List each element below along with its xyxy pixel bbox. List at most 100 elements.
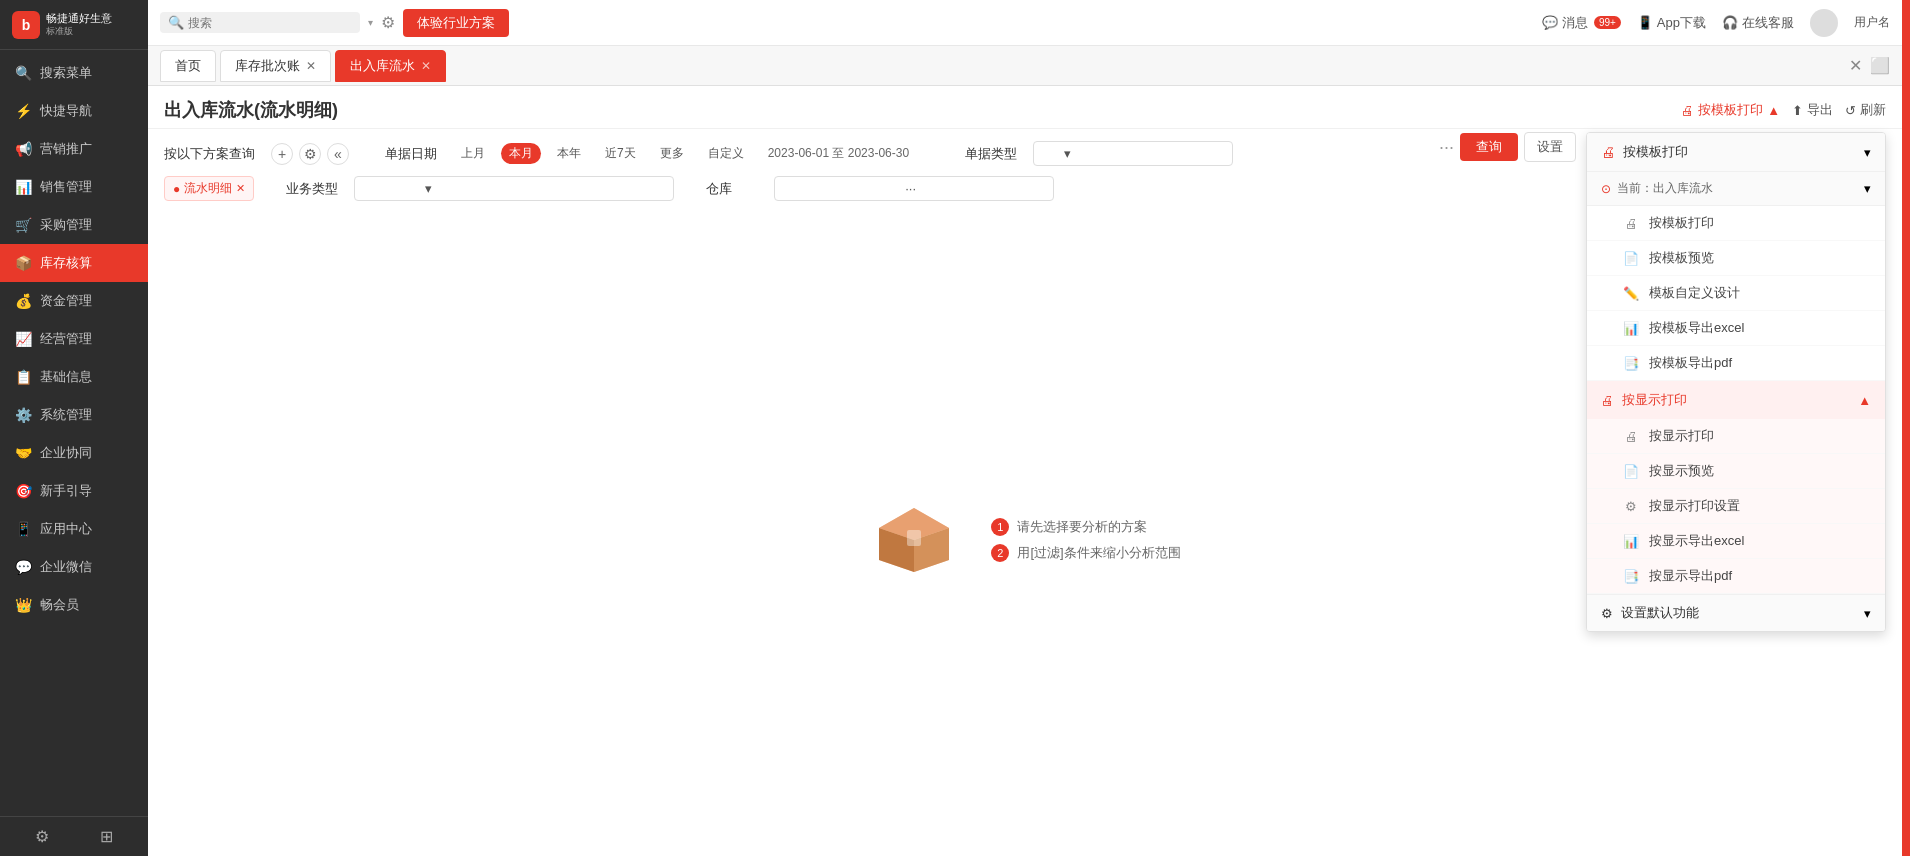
settings-btn[interactable]: 设置 bbox=[1524, 132, 1576, 162]
printer-icon: 🖨 bbox=[1681, 103, 1694, 118]
step-2-text: 用[过滤]条件来缩小分析范围 bbox=[1017, 544, 1180, 562]
tab-home[interactable]: 首页 bbox=[160, 50, 216, 82]
template-custom-item-icon: ✏️ bbox=[1623, 286, 1639, 301]
content-area: 出入库流水(流水明细) 🖨 按模板打印 ▲ ⬆ 导出 ↺ 刷新 bbox=[148, 86, 1902, 856]
export-btn[interactable]: ⬆ 导出 bbox=[1792, 101, 1833, 119]
sidebar-item-quick-nav[interactable]: ⚡快捷导航 bbox=[0, 92, 148, 130]
topbar: 🔍 ▾ ⚙ 体验行业方案 💬 消息 99+ 📱 App下载 🎧 在线客服 用户名 bbox=[148, 0, 1902, 46]
warehouse-select[interactable]: ··· bbox=[774, 176, 1054, 201]
template-print-section-icon: 🖨 bbox=[1601, 144, 1615, 160]
display-section-chevron-icon: ▲ bbox=[1858, 393, 1871, 408]
trial-btn[interactable]: 体验行业方案 bbox=[403, 9, 509, 37]
nav-icon-finance: 💰 bbox=[14, 293, 32, 309]
display-print-section-header[interactable]: 🖨 按显示打印 ▲ bbox=[1587, 381, 1885, 419]
template-export-excel-item-label: 按模板导出excel bbox=[1649, 319, 1744, 337]
filter-collapse-left-btn[interactable]: « bbox=[327, 143, 349, 165]
dropdown-item-template-export-excel[interactable]: 📊 按模板导出excel bbox=[1587, 311, 1885, 346]
dropdown-item-template-print[interactable]: 🖨 按模板打印 bbox=[1587, 206, 1885, 241]
sidebar-footer: ⚙ ⊞ bbox=[0, 816, 148, 856]
sidebar-item-system[interactable]: ⚙️系统管理 bbox=[0, 396, 148, 434]
search-chevron-icon[interactable]: ▾ bbox=[368, 17, 373, 28]
date-tab-custom[interactable]: 自定义 bbox=[700, 143, 752, 164]
headset-icon: 🎧 bbox=[1722, 15, 1738, 30]
date-tab-last-month[interactable]: 上月 bbox=[453, 143, 493, 164]
settings-footer-icon[interactable]: ⚙ bbox=[35, 827, 49, 846]
sidebar-item-inventory[interactable]: 📦库存核算 bbox=[0, 244, 148, 282]
customer-service-btn[interactable]: 🎧 在线客服 bbox=[1722, 14, 1794, 32]
template-print-section-header[interactable]: 🖨 按模板打印 ▾ bbox=[1587, 133, 1885, 172]
toggle-footer-icon[interactable]: ⊞ bbox=[100, 827, 113, 846]
tab-inout-flow[interactable]: 出入库流水 ✕ bbox=[335, 50, 446, 82]
template-print-btn[interactable]: 🖨 按模板打印 ▲ bbox=[1681, 101, 1780, 119]
refresh-icon: ↺ bbox=[1845, 103, 1856, 118]
biz-type-select[interactable]: ▾ bbox=[354, 176, 674, 201]
refresh-btn[interactable]: ↺ 刷新 bbox=[1845, 101, 1886, 119]
topbar-search-box[interactable]: 🔍 bbox=[160, 12, 360, 33]
current-radio-icon: ⊙ bbox=[1601, 182, 1611, 196]
tab-inventory-batch[interactable]: 库存批次账 ✕ bbox=[220, 50, 331, 82]
right-edge-bar[interactable] bbox=[1902, 0, 1910, 856]
tab-inout-flow-close-icon[interactable]: ✕ bbox=[421, 59, 431, 73]
sidebar-item-newbie[interactable]: 🎯新手引导 bbox=[0, 472, 148, 510]
tag-close-icon[interactable]: ✕ bbox=[236, 182, 245, 195]
app-download-btn[interactable]: 📱 App下载 bbox=[1637, 14, 1706, 32]
sidebar-item-sales[interactable]: 📊销售管理 bbox=[0, 168, 148, 206]
search-input[interactable] bbox=[188, 16, 328, 30]
empty-illustration bbox=[869, 500, 959, 580]
sidebar-item-member[interactable]: 👑畅会员 bbox=[0, 586, 148, 624]
dropdown-footer-set-default[interactable]: ⚙ 设置默认功能 ▾ bbox=[1587, 594, 1885, 631]
sidebar-item-operations[interactable]: 📈 经营管理 bbox=[0, 320, 148, 358]
window-close-icon[interactable]: ✕ bbox=[1849, 56, 1862, 75]
sidebar-item-wechat[interactable]: 💬企业微信 bbox=[0, 548, 148, 586]
dropdown-item-display-print[interactable]: 🖨 按显示打印 bbox=[1587, 419, 1885, 454]
step-2-num: 2 bbox=[991, 544, 1009, 562]
sidebar-item-search-menu[interactable]: 🔍搜索菜单 bbox=[0, 54, 148, 92]
sidebar-item-enterprise[interactable]: 🤝企业协同 bbox=[0, 434, 148, 472]
filter-add-btn[interactable]: + bbox=[271, 143, 293, 165]
topbar-gear-icon[interactable]: ⚙ bbox=[381, 13, 395, 32]
template-section-chevron-icon: ▾ bbox=[1864, 145, 1871, 160]
dropdown-item-display-export-pdf[interactable]: 📑 按显示导出pdf bbox=[1587, 559, 1885, 594]
dropdown-item-display-export-excel[interactable]: 📊 按显示导出excel bbox=[1587, 524, 1885, 559]
nav-label-operations: 经营管理 bbox=[40, 330, 92, 348]
display-print-section-text: 按显示打印 bbox=[1622, 391, 1687, 409]
message-icon: 💬 bbox=[1542, 15, 1558, 30]
nav-icon-operations: 📈 bbox=[14, 331, 32, 347]
sidebar-item-basic-info[interactable]: 📋基础信息 bbox=[0, 358, 148, 396]
customer-service-label: 在线客服 bbox=[1742, 14, 1794, 32]
sidebar-item-marketing[interactable]: 📢营销推广 bbox=[0, 130, 148, 168]
app-download-label: App下载 bbox=[1657, 14, 1706, 32]
date-label: 单据日期 bbox=[385, 145, 445, 163]
tab-inventory-batch-close-icon[interactable]: ✕ bbox=[306, 59, 316, 73]
sidebar-item-app-center[interactable]: 📱应用中心 bbox=[0, 510, 148, 548]
set-default-text: 设置默认功能 bbox=[1621, 604, 1699, 622]
template-export-excel-item-icon: 📊 bbox=[1623, 321, 1639, 336]
display-print-section-label: 🖨 按显示打印 bbox=[1601, 391, 1687, 409]
empty-step-1: 1 请先选择要分析的方案 bbox=[991, 518, 1180, 536]
app-logo: b 畅捷通好生意 标准版 bbox=[0, 0, 148, 50]
dropdown-item-display-preview[interactable]: 📄 按显示预览 bbox=[1587, 454, 1885, 489]
filter-settings-btn[interactable]: ⚙ bbox=[299, 143, 321, 165]
date-tab-more[interactable]: 更多 bbox=[652, 143, 692, 164]
warehouse-label: 仓库 bbox=[706, 180, 766, 198]
dropdown-item-template-custom[interactable]: ✏️ 模板自定义设计 bbox=[1587, 276, 1885, 311]
sidebar-item-purchase[interactable]: 🛒采购管理 bbox=[0, 206, 148, 244]
dropdown-item-template-export-pdf[interactable]: 📑 按模板导出pdf bbox=[1587, 346, 1885, 381]
window-maximize-icon[interactable]: ⬜ bbox=[1870, 56, 1890, 75]
date-tab-last7[interactable]: 近7天 bbox=[597, 143, 644, 164]
sidebar-item-finance[interactable]: 💰资金管理 bbox=[0, 282, 148, 320]
more-dots-icon[interactable]: ··· bbox=[1439, 137, 1454, 158]
doc-type-select[interactable]: ▾ bbox=[1033, 141, 1233, 166]
refresh-label: 刷新 bbox=[1860, 101, 1886, 119]
dropdown-item-display-settings[interactable]: ⚙ 按显示打印设置 bbox=[1587, 489, 1885, 524]
date-tabs: 上月 本月 本年 近7天 更多 自定义 bbox=[453, 143, 752, 164]
date-tab-this-year[interactable]: 本年 bbox=[549, 143, 589, 164]
dropdown-item-template-preview[interactable]: 📄 按模板预览 bbox=[1587, 241, 1885, 276]
flow-detail-tag[interactable]: ● 流水明细 ✕ bbox=[164, 176, 254, 201]
query-btn[interactable]: 查询 bbox=[1460, 133, 1518, 161]
date-tab-this-month[interactable]: 本月 bbox=[501, 143, 541, 164]
step-1-text: 请先选择要分析的方案 bbox=[1017, 518, 1147, 536]
user-avatar[interactable] bbox=[1810, 9, 1838, 37]
message-btn[interactable]: 💬 消息 99+ bbox=[1542, 14, 1621, 32]
app-download-icon: 📱 bbox=[1637, 15, 1653, 30]
